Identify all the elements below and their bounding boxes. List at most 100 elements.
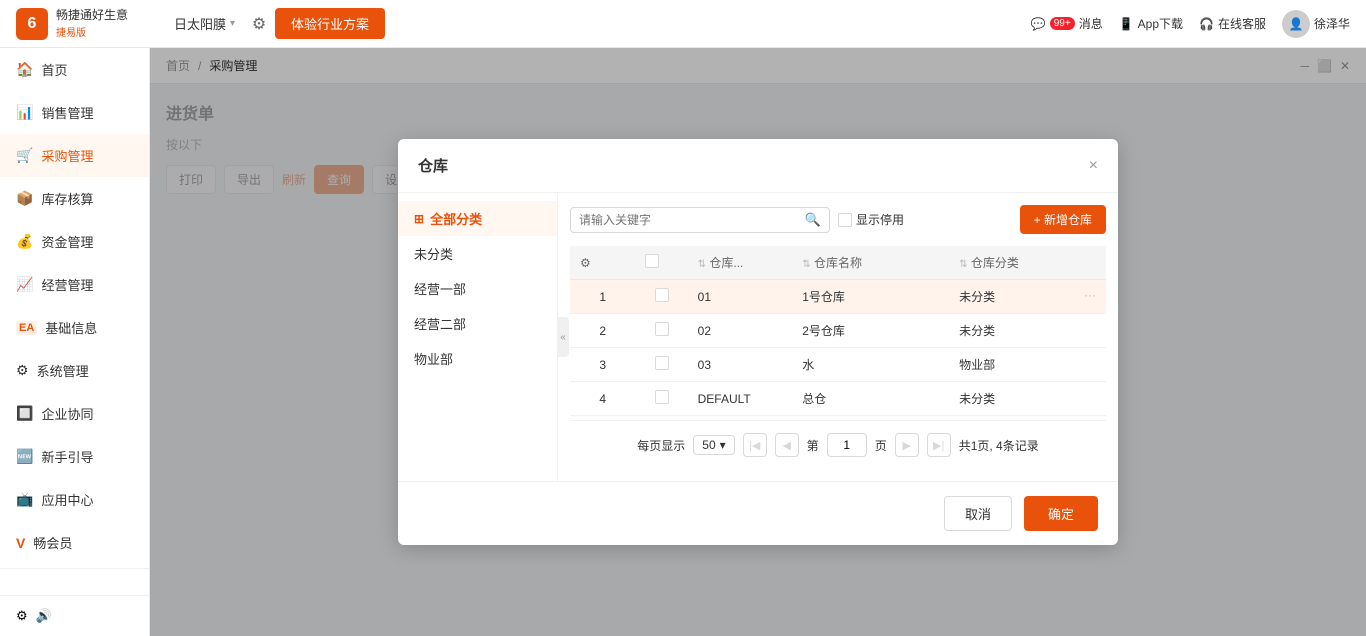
search-icon[interactable]: 🔍 (805, 212, 821, 228)
table-row[interactable]: 4 DEFAULT 总仓 未分类 (570, 382, 1106, 416)
row-checkbox[interactable] (635, 314, 687, 348)
sidebar: 🏠 首页 📊 销售管理 🛒 采购管理 📦 库存核算 💰 资金管理 📈 经营管理 … (0, 48, 150, 636)
row-checkbox[interactable] (635, 382, 687, 416)
cancel-button[interactable]: 取消 (944, 496, 1012, 531)
warehouse-dialog: 仓库 × « ⊞ 全部分类 未分类 (398, 139, 1118, 545)
search-input[interactable] (579, 213, 805, 227)
show-disabled-label[interactable]: 显示停用 (838, 211, 904, 228)
col-name-header[interactable]: ⇅ 仓库名称 (792, 246, 949, 280)
row-actions-icon[interactable]: ··· (1084, 288, 1096, 302)
speaker-icon[interactable]: 🔊 (36, 608, 52, 624)
page-last-button[interactable]: ▶| (927, 433, 951, 457)
row-category: 未分类··· (949, 280, 1106, 314)
top-header: 6 畅捷通好生意 捷易版 日太阳膜 ▾ ⚙ 体验行业方案 💬 99+ 消息 📱 … (0, 0, 1366, 48)
sidebar-item-purchase[interactable]: 🛒 采购管理 (0, 134, 149, 177)
page-size-value: 50 (702, 438, 715, 452)
sidebar-label-guide: 新手引导 (41, 447, 93, 466)
confirm-button[interactable]: 确定 (1024, 496, 1098, 531)
sidebar-item-sales[interactable]: 📊 销售管理 (0, 91, 149, 134)
row-check-el[interactable] (655, 322, 669, 336)
user-action[interactable]: 👤 徐泽华 (1282, 10, 1350, 38)
logo-icon: 6 (16, 8, 48, 40)
sidebar-item-apps[interactable]: 📺 应用中心 (0, 478, 149, 521)
sort-icon-category: ⇅ (959, 259, 967, 270)
sidebar-item-home[interactable]: 🏠 首页 (0, 48, 149, 91)
page-prev-button[interactable]: ◀ (775, 433, 799, 457)
avatar: 👤 (1282, 10, 1310, 38)
message-action[interactable]: 💬 99+ 消息 (1031, 15, 1103, 32)
sidebar-bottom: ⚙ 🔊 (0, 595, 149, 636)
row-category: 未分类 (949, 314, 1106, 348)
table-row[interactable]: 1 01 1号仓库 未分类··· (570, 280, 1106, 314)
sidebar-item-stock[interactable]: 📦 库存核算 (0, 177, 149, 220)
settings-icon[interactable]: ⚙ (16, 608, 28, 624)
row-category: 物业部 (949, 348, 1106, 382)
store-name: 日太阳膜 (174, 14, 226, 33)
row-checkbox[interactable] (635, 280, 687, 314)
sidebar-label-enterprise: 企业协同 (41, 404, 93, 423)
page-input[interactable] (827, 433, 867, 457)
row-check-el[interactable] (655, 390, 669, 404)
app-label: App下载 (1138, 15, 1183, 32)
row-checkbox[interactable] (635, 348, 687, 382)
row-name: 水 (792, 348, 949, 382)
table-body: 1 01 1号仓库 未分类··· 2 02 2号仓库 未分类 3 03 水 物业… (570, 280, 1106, 416)
page-size-label: 每页显示 (637, 437, 685, 454)
col-checkbox (635, 246, 687, 280)
page-size-select[interactable]: 50 ▾ (693, 435, 734, 455)
search-bar: 🔍 显示停用 + 新增仓库 (570, 205, 1106, 234)
sidebar-divider (0, 568, 149, 569)
sidebar-item-guide[interactable]: 🆕 新手引导 (0, 435, 149, 478)
row-no: 4 (570, 382, 635, 416)
table-row[interactable]: 3 03 水 物业部 (570, 348, 1106, 382)
header-right: 💬 99+ 消息 📱 App下载 🎧 在线客服 👤 徐泽华 (1031, 10, 1350, 38)
message-badge: 99+ (1050, 17, 1075, 30)
try-industry-button[interactable]: 体验行业方案 (275, 8, 385, 39)
table-row[interactable]: 2 02 2号仓库 未分类 (570, 314, 1106, 348)
service-label: 在线客服 (1218, 15, 1266, 32)
row-name: 2号仓库 (792, 314, 949, 348)
add-warehouse-button[interactable]: + 新增仓库 (1020, 205, 1106, 234)
sidebar-item-enterprise[interactable]: 🔲 企业协同 (0, 392, 149, 435)
row-check-el[interactable] (655, 356, 669, 370)
category-dept2-label: 经营二部 (414, 314, 466, 333)
dialog-footer: 取消 确定 (398, 481, 1118, 545)
app-download-action[interactable]: 📱 App下载 (1119, 15, 1183, 32)
col-category-header[interactable]: ⇅ 仓库分类 (949, 246, 1106, 280)
apps-icon: 📺 (16, 491, 33, 508)
category-all-label: 全部分类 (430, 209, 482, 228)
page-first-button[interactable]: |◀ (743, 433, 767, 457)
search-input-wrap[interactable]: 🔍 (570, 207, 830, 233)
category-dept1[interactable]: 经营一部 (398, 271, 557, 306)
gear-button[interactable]: ⚙ (243, 8, 275, 40)
sidebar-label-operation: 经营管理 (41, 275, 93, 294)
sidebar-item-system[interactable]: ⚙ 系统管理 (0, 349, 149, 392)
row-check-el[interactable] (655, 288, 669, 302)
modal-overlay: 仓库 × « ⊞ 全部分类 未分类 (150, 48, 1366, 636)
category-dept2[interactable]: 经营二部 (398, 306, 557, 341)
row-category: 未分类 (949, 382, 1106, 416)
basic-icon: EA (16, 321, 37, 335)
member-icon: V (16, 535, 25, 551)
grid-icon: ⊞ (414, 212, 424, 226)
select-all-checkbox[interactable] (645, 254, 659, 268)
category-all[interactable]: ⊞ 全部分类 (398, 201, 557, 236)
dialog-close-button[interactable]: × (1089, 157, 1098, 175)
sidebar-label-finance: 资金管理 (41, 232, 93, 251)
sidebar-item-basic[interactable]: EA 基础信息 (0, 306, 149, 349)
sidebar-label-apps: 应用中心 (41, 490, 93, 509)
row-no: 2 (570, 314, 635, 348)
col-code-header[interactable]: ⇅ 仓库... (688, 246, 793, 280)
page-next-button[interactable]: ▶ (895, 433, 919, 457)
sort-icon-code: ⇅ (698, 259, 706, 270)
category-uncategorized[interactable]: 未分类 (398, 236, 557, 271)
service-action[interactable]: 🎧 在线客服 (1199, 15, 1266, 32)
collapse-button[interactable]: « (557, 317, 569, 357)
category-property[interactable]: 物业部 (398, 341, 557, 376)
show-disabled-checkbox[interactable] (838, 213, 852, 227)
sidebar-item-member[interactable]: V 畅会员 (0, 521, 149, 564)
sidebar-item-operation[interactable]: 📈 经营管理 (0, 263, 149, 306)
store-selector[interactable]: 日太阳膜 ▾ (166, 10, 243, 37)
sidebar-item-finance[interactable]: 💰 资金管理 (0, 220, 149, 263)
show-disabled-text: 显示停用 (856, 211, 904, 228)
